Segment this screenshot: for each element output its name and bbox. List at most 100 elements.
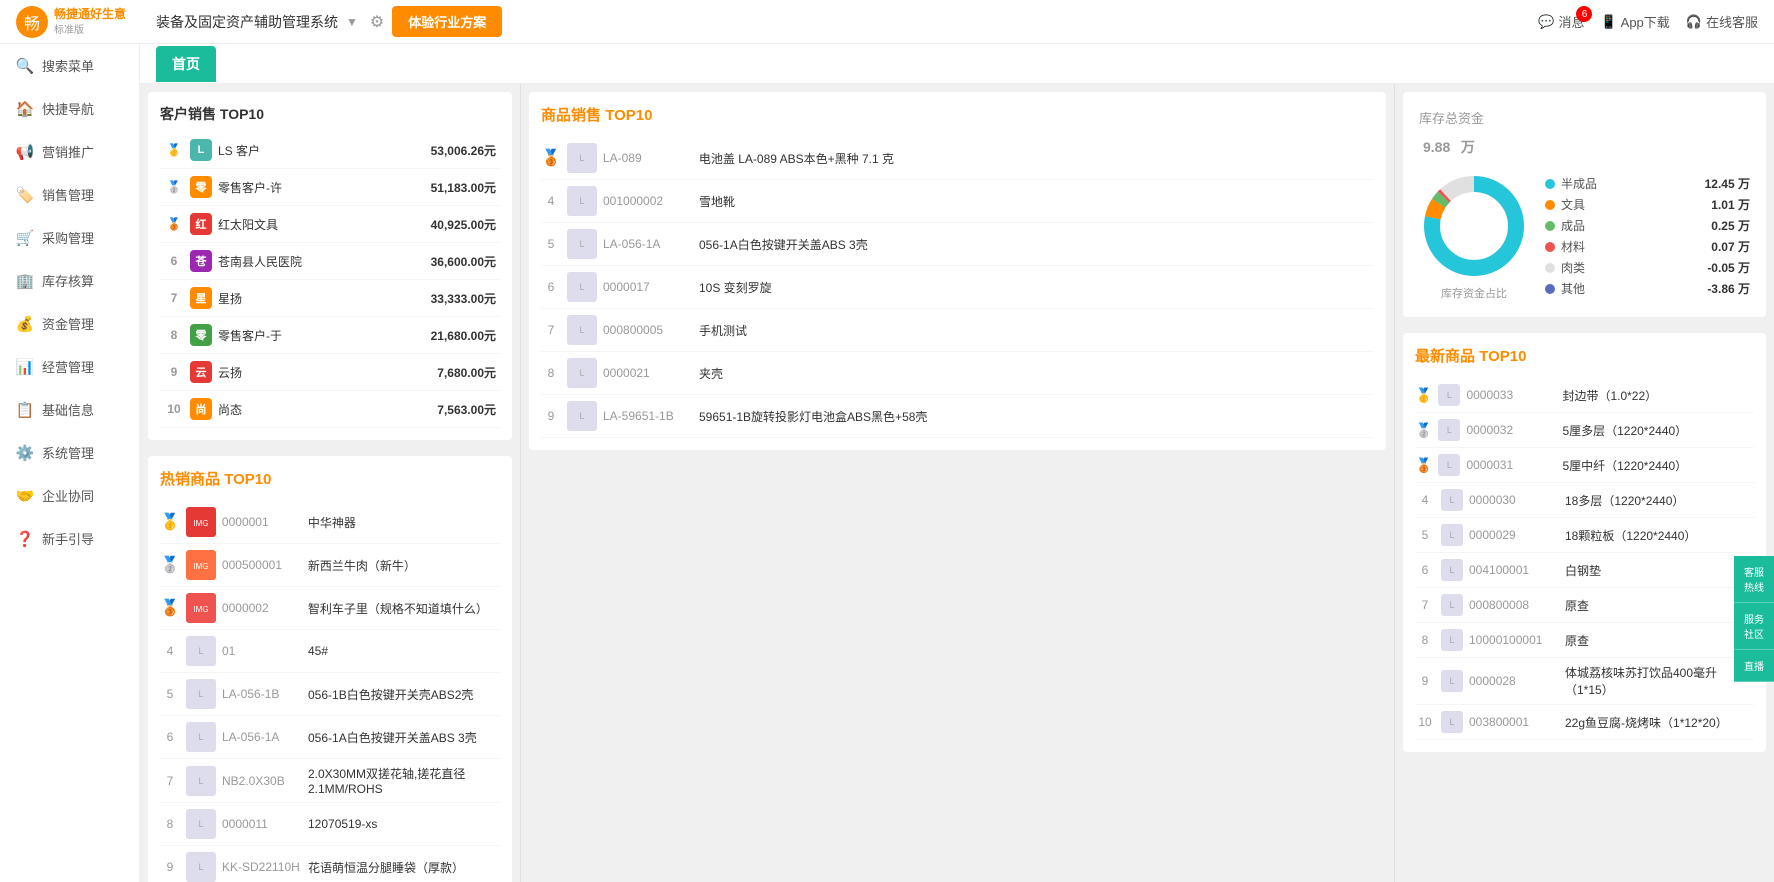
sidebar-item-basic[interactable]: 📋 基础信息 [0,388,139,431]
sidebar-item-marketing[interactable]: 📢 营销推广 [0,130,139,173]
product-image-placeholder: L [567,186,597,216]
new-product-code: 0000032 [1466,423,1556,437]
rank-medal: 🥉 [1415,457,1432,474]
customer-amount: 7,563.00元 [437,401,496,418]
float-btn-live[interactable]: 直播 [1734,650,1774,682]
col-mid: 商品销售 TOP10 🥉 L LA-089 电池盖 LA-089 ABS本色+黑… [520,84,1394,882]
product-name: 056-1B白色按键开关壳ABS2壳 [308,686,500,703]
customer-avatar: 星 [190,287,212,309]
sidebar-item-purchase[interactable]: 🛒 采购管理 [0,216,139,259]
product-image-placeholder: L [567,315,597,345]
gear-icon[interactable]: ⚙ [370,12,384,32]
product-sales-item: 5 L LA-056-1A 056-1A白色按键开关盖ABS 3壳 [541,223,1374,266]
rank-number: 5 [541,237,561,251]
sidebar-item-system[interactable]: ⚙️ 系统管理 [0,431,139,474]
sales-icon: 🏷️ [16,186,34,204]
float-btn-community[interactable]: 服务社区 [1734,603,1774,650]
customer-avatar: 苍 [190,250,212,272]
product-image-placeholder: L [567,229,597,259]
purchase-icon: 🛒 [16,229,34,247]
col-left: 客户销售 TOP10 🥇 L LS 客户 53,006.26元 🥈 零 零售客户… [140,84,520,882]
customer-avatar: 红 [190,213,212,235]
logo: 畅 畅捷通好生意 标准版 [16,6,156,38]
app-download-button[interactable]: 📱 App下载 [1600,12,1669,31]
dropdown-arrow-icon[interactable]: ▼ [346,15,358,29]
messages-button[interactable]: 💬 消息 6 [1538,12,1584,31]
rank-medal: 🥈 [160,555,180,575]
logo-icon: 畅 [16,6,48,38]
sidebar-label-system: 系统管理 [42,443,94,462]
new-product-code: 000800008 [1469,598,1559,612]
rank-medal: 🥇 [1415,387,1432,404]
legend-dot [1545,242,1555,252]
float-btn-service[interactable]: 客服热线 [1734,556,1774,603]
product-code: 000800005 [603,323,693,337]
basic-icon: 📋 [16,401,34,419]
tab-home[interactable]: 首页 [156,46,216,82]
new-product-item: 8 L 10000100001 原查 [1415,623,1754,658]
rank-number: 4 [1415,493,1435,507]
sidebar-item-search[interactable]: 🔍 搜索菜单 [0,44,139,87]
product-code: 01 [222,644,302,658]
product-image: IMG [186,550,216,580]
rank-medal: 🥉 [541,148,561,168]
rank-number: 9 [541,409,561,423]
operations-icon: 📊 [16,358,34,376]
rank-number: 🥇 [164,143,184,157]
rank-number: 8 [164,328,184,342]
customer-avatar: 零 [190,176,212,198]
product-image-placeholder: L [186,809,216,839]
sidebar-item-guide[interactable]: ❓ 新手引导 [0,517,139,560]
rank-number: 🥉 [164,217,184,231]
product-code: LA-056-1A [603,237,693,251]
hot-product-item: 5 L LA-056-1B 056-1B白色按键开关壳ABS2壳 [160,673,500,716]
product-name: 2.0X30MM双搓花轴,搓花直径2.1MM/ROHS [308,765,500,796]
legend-item: 其他 -3.86 万 [1545,280,1750,297]
legend-dot [1545,179,1555,189]
sidebar-item-operations[interactable]: 📊 经营管理 [0,345,139,388]
product-sales-item: 🥉 L LA-089 电池盖 LA-089 ABS本色+黑种 7.1 克 [541,137,1374,180]
product-image-placeholder: L [186,852,216,882]
donut-section: 库存资金占比 半成品 12.45 万 文具 1.01 万 成品 0.25 万 材… [1419,171,1750,301]
legend-item: 材料 0.07 万 [1545,238,1750,255]
rank-medal: 🥉 [160,598,180,618]
customer-amount: 21,680.00元 [431,327,496,344]
product-sales-card: 商品销售 TOP10 🥉 L LA-089 电池盖 LA-089 ABS本色+黑… [529,92,1386,450]
rank-number: 7 [541,323,561,337]
donut-label: 库存资金占比 [1441,285,1507,301]
product-image-placeholder: L [186,766,216,796]
rank-number: 9 [164,365,184,379]
new-product-code: 0000029 [1469,528,1559,542]
trial-button[interactable]: 体验行业方案 [392,6,502,37]
sidebar-item-inventory[interactable]: 🏢 库存核算 [0,259,139,302]
sidebar-item-nav[interactable]: 🏠 快捷导航 [0,87,139,130]
product-code: LA-089 [603,151,693,165]
sidebar-item-sales[interactable]: 🏷️ 销售管理 [0,173,139,216]
new-product-image: L [1441,559,1463,581]
new-product-item: 7 L 000800008 原查 [1415,588,1754,623]
new-product-name: 5厘多层（1220*2440） [1562,422,1754,439]
product-code: KK-SD22110H [222,860,302,874]
new-product-image: L [1441,670,1463,692]
sidebar-item-enterprise[interactable]: 🤝 企业协同 [0,474,139,517]
new-product-image: L [1441,594,1463,616]
product-name: 056-1A白色按键开关盖ABS 3壳 [308,729,500,746]
product-name: 花语萌恒温分腿睡袋（厚款） [308,859,500,876]
product-code: 0000017 [603,280,693,294]
sidebar-label-guide: 新手引导 [42,529,94,548]
product-name: 夹壳 [699,365,1374,382]
phone-icon: 📱 [1600,14,1616,30]
sidebar-label-sales: 销售管理 [42,185,94,204]
hot-product-item: 🥈 IMG 000500001 新西兰牛肉（新牛） [160,544,500,587]
product-code: 0000001 [222,515,302,529]
product-code: LA-59651-1B [603,409,693,423]
product-sales-title: 商品销售 TOP10 [541,104,1374,125]
search-icon: 🔍 [16,57,34,75]
customer-rank-item: 🥉 红 红太阳文具 40,925.00元 [160,206,500,243]
customer-avatar: 尚 [190,398,212,420]
online-service-button[interactable]: 🎧 在线客服 [1686,12,1758,31]
sidebar-item-finance[interactable]: 💰 资金管理 [0,302,139,345]
product-name: 雪地靴 [699,193,1374,210]
customer-avatar: 零 [190,324,212,346]
hot-products-list: 🥇 IMG 0000001 中华神器 🥈 IMG 000500001 新西兰牛肉… [160,501,500,882]
